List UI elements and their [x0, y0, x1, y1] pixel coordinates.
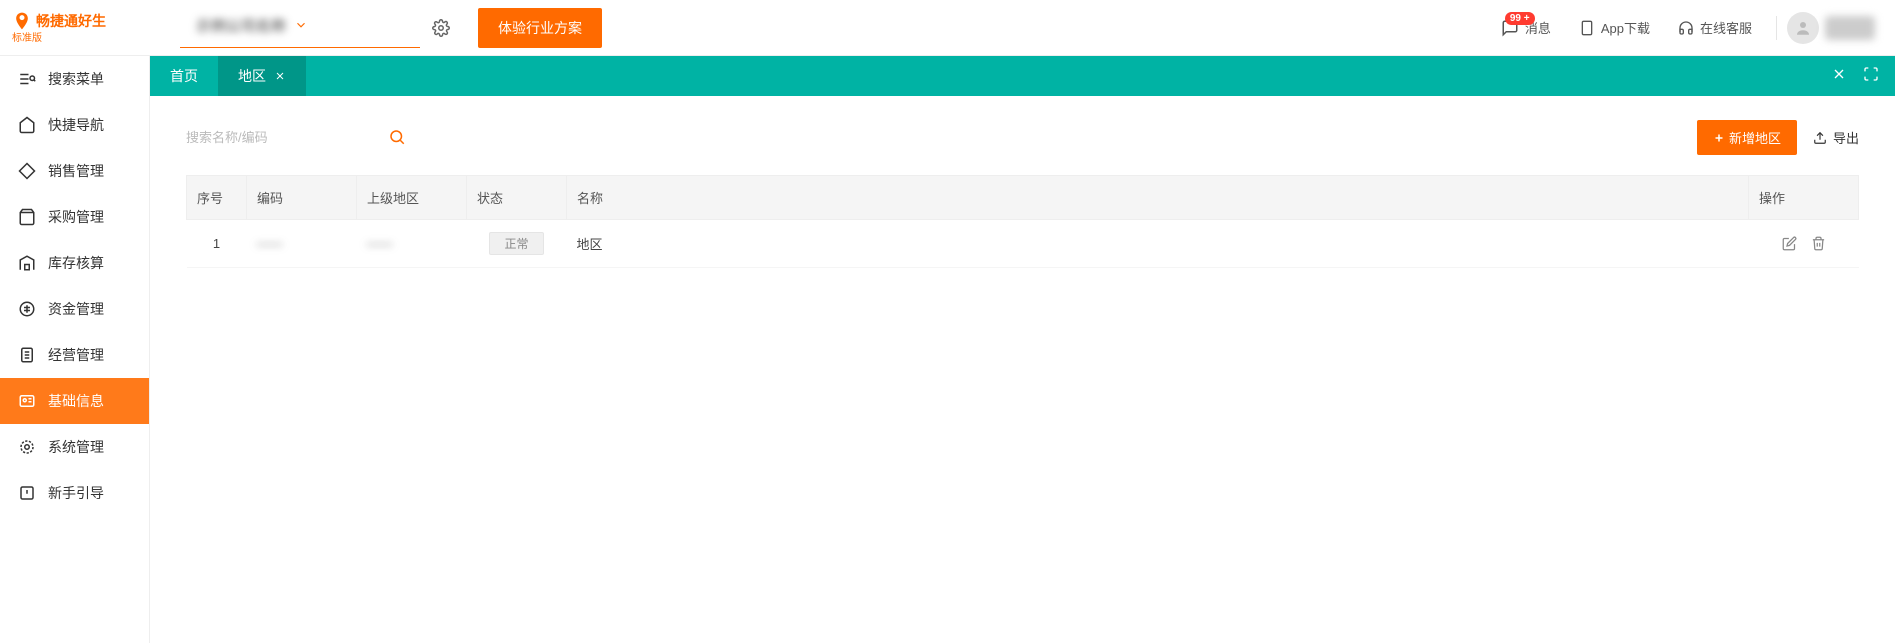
sidebar-item-system[interactable]: 系统管理 [0, 424, 149, 470]
sidebar-item-quick-nav[interactable]: 快捷导航 [0, 102, 149, 148]
delete-icon[interactable] [1811, 236, 1826, 251]
logo-edition: 标准版 [12, 29, 42, 44]
cell-ops [1749, 220, 1859, 268]
plus-icon [1713, 132, 1725, 144]
sidebar-item-operation[interactable]: 经营管理 [0, 332, 149, 378]
col-code: 编码 [247, 176, 357, 220]
tab-label: 首页 [170, 66, 198, 86]
table-row[interactable]: 1 —— —— 正常 地区 [187, 220, 1859, 268]
money-icon [18, 300, 36, 318]
user-icon [1794, 19, 1812, 37]
close-icon[interactable] [274, 70, 286, 82]
warehouse-icon [18, 254, 36, 272]
sidebar-item-guide[interactable]: 新手引导 [0, 470, 149, 516]
sidebar-item-label: 经营管理 [48, 345, 104, 365]
bag-icon [18, 208, 36, 226]
export-button[interactable]: 导出 [1813, 128, 1859, 147]
search-menu-icon [18, 70, 36, 88]
add-region-button[interactable]: 新增地区 [1697, 120, 1797, 155]
add-label: 新增地区 [1729, 128, 1781, 147]
search-icon[interactable] [388, 128, 406, 146]
sidebar-item-sales[interactable]: 销售管理 [0, 148, 149, 194]
col-parent: 上级地区 [357, 176, 467, 220]
cell-parent: —— [357, 220, 467, 268]
sidebar-item-label: 销售管理 [48, 161, 104, 181]
gear-dash-icon [18, 438, 36, 456]
sidebar-item-label: 快捷导航 [48, 115, 104, 135]
close-all-tabs-button[interactable] [1827, 62, 1851, 91]
expand-icon [1863, 66, 1879, 82]
sidebar-item-inventory[interactable]: 库存核算 [0, 240, 149, 286]
table-header-row: 序号 编码 上级地区 状态 名称 操作 [187, 176, 1859, 220]
support-label: 在线客服 [1700, 18, 1752, 37]
logo-icon [12, 11, 32, 31]
sidebar-item-purchase[interactable]: 采购管理 [0, 194, 149, 240]
content-area: 新增地区 导出 序号 编码 上级地区 状态 名称 操作 1 —— —— 正常 地… [150, 96, 1895, 643]
fullscreen-button[interactable] [1859, 62, 1883, 91]
chevron-down-icon [294, 18, 308, 32]
guide-icon [18, 484, 36, 502]
col-ops: 操作 [1749, 176, 1859, 220]
avatar[interactable] [1787, 12, 1819, 44]
messages-badge: 99 + [1505, 12, 1535, 25]
tab-bar: 首页 地区 [150, 56, 1895, 96]
sidebar-item-label: 搜索菜单 [48, 69, 104, 89]
id-card-icon [18, 392, 36, 410]
export-icon [1813, 131, 1827, 145]
cell-code: —— [247, 220, 357, 268]
home-icon [18, 116, 36, 134]
sidebar: 搜索菜单 快捷导航 销售管理 采购管理 库存核算 资金管理 经营管理 基础信息 … [0, 56, 150, 643]
phone-icon [1579, 20, 1595, 36]
content-toolbar: 新增地区 导出 [186, 120, 1859, 155]
app-header: 畅捷通好生 标准版 示例公司名称 体验行业方案 99 + 消息 App下载 在线… [0, 0, 1895, 56]
messages-button[interactable]: 99 + 消息 [1487, 18, 1565, 37]
org-name: 示例公司名称 [196, 15, 286, 36]
tag-icon [18, 162, 36, 180]
try-industry-button[interactable]: 体验行业方案 [478, 8, 602, 48]
export-label: 导出 [1833, 128, 1859, 147]
search-input[interactable] [186, 124, 406, 152]
col-name: 名称 [567, 176, 1749, 220]
sidebar-item-basic-info[interactable]: 基础信息 [0, 378, 149, 424]
sidebar-item-label: 新手引导 [48, 483, 104, 503]
tab-home[interactable]: 首页 [150, 56, 218, 96]
clipboard-icon [18, 346, 36, 364]
col-index: 序号 [187, 176, 247, 220]
region-table: 序号 编码 上级地区 状态 名称 操作 1 —— —— 正常 地区 [186, 175, 1859, 268]
status-badge: 正常 [489, 232, 543, 255]
close-icon [1831, 66, 1847, 82]
cell-name: 地区 [567, 220, 1749, 268]
sidebar-item-funds[interactable]: 资金管理 [0, 286, 149, 332]
sidebar-item-label: 资金管理 [48, 299, 104, 319]
logo-text: 畅捷通好生 [36, 11, 106, 31]
org-selector[interactable]: 示例公司名称 [180, 8, 420, 48]
support-button[interactable]: 在线客服 [1664, 18, 1766, 37]
headset-icon [1678, 20, 1694, 36]
user-name[interactable] [1825, 16, 1875, 40]
download-label: App下载 [1601, 18, 1650, 37]
sidebar-item-label: 基础信息 [48, 391, 104, 411]
app-download-button[interactable]: App下载 [1565, 18, 1664, 37]
tab-region[interactable]: 地区 [218, 56, 306, 96]
sidebar-item-label: 采购管理 [48, 207, 104, 227]
settings-icon[interactable] [432, 19, 450, 37]
tab-label: 地区 [238, 66, 266, 86]
logo: 畅捷通好生 标准版 [0, 11, 150, 44]
cell-status: 正常 [467, 220, 567, 268]
header-divider [1776, 16, 1777, 40]
cell-index: 1 [187, 220, 247, 268]
edit-icon[interactable] [1782, 236, 1797, 251]
sidebar-item-label: 库存核算 [48, 253, 104, 273]
sidebar-item-label: 系统管理 [48, 437, 104, 457]
col-status: 状态 [467, 176, 567, 220]
sidebar-item-search-menu[interactable]: 搜索菜单 [0, 56, 149, 102]
